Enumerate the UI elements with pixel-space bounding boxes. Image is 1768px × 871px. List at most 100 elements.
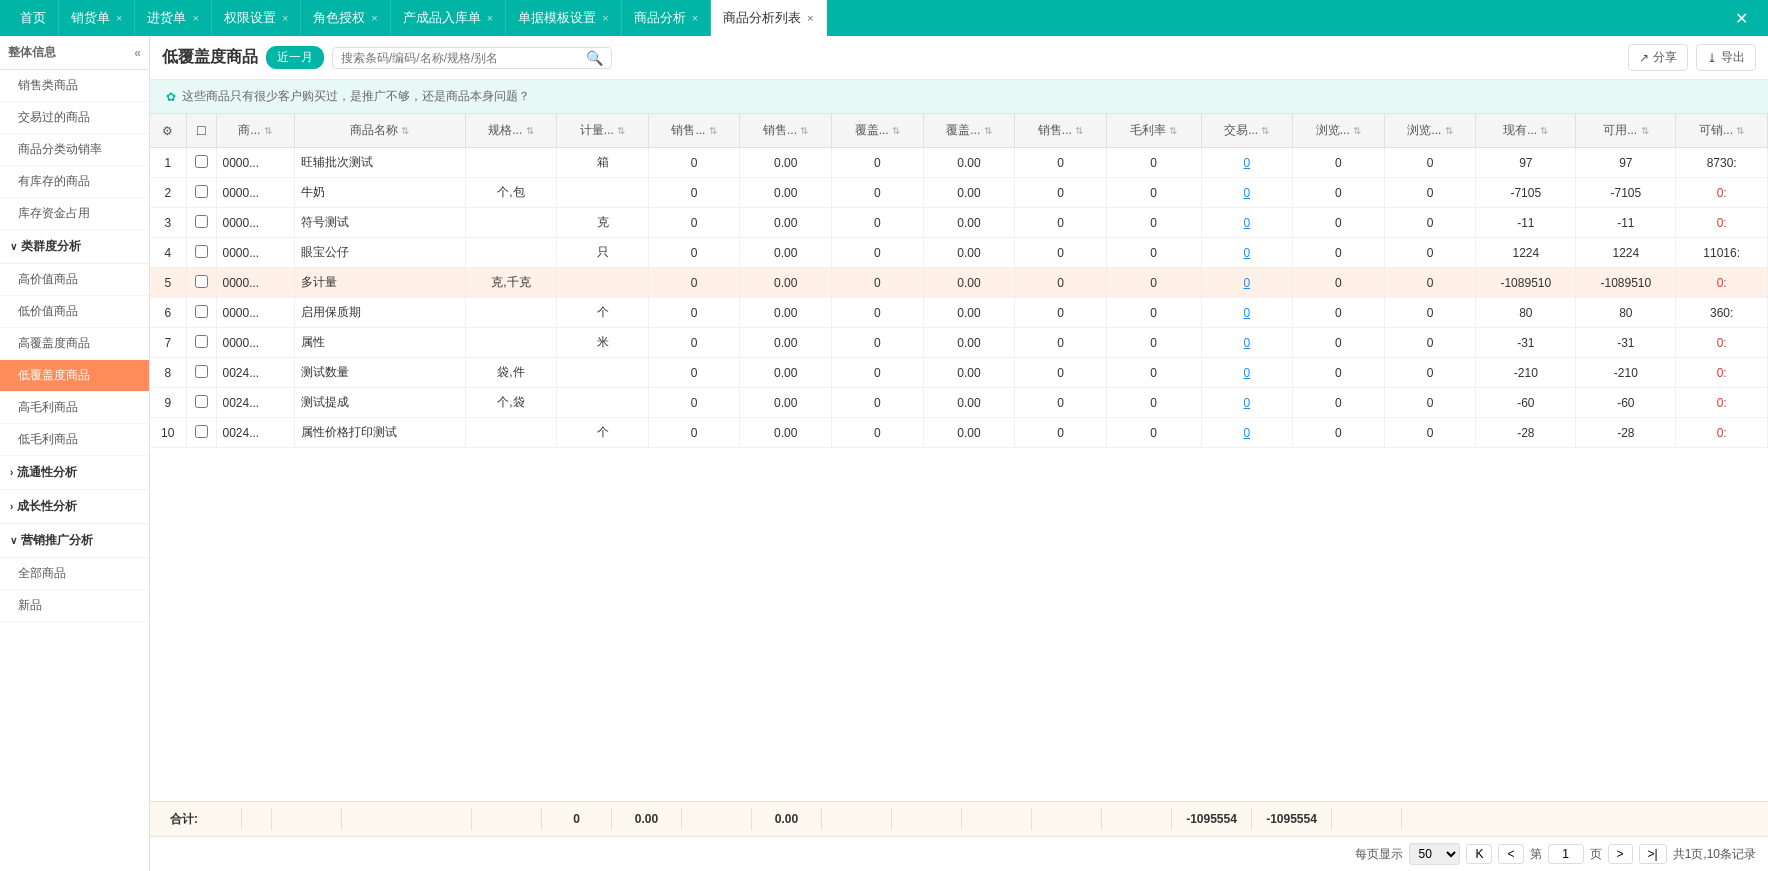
nav-close-template[interactable]: × xyxy=(602,12,608,24)
nav-close-product-entry[interactable]: × xyxy=(487,12,493,24)
nav-close-purchase[interactable]: × xyxy=(192,12,198,24)
nav-permissions[interactable]: 权限设置 × xyxy=(212,0,301,36)
nav-close-roles[interactable]: × xyxy=(371,12,377,24)
nav-close-sales[interactable]: × xyxy=(116,12,122,24)
nav-product-entry[interactable]: 产成品入库单 × xyxy=(391,0,506,36)
th-sales1[interactable]: 销售... ⇅ xyxy=(648,114,740,148)
cell-checkbox-4[interactable] xyxy=(186,268,216,298)
share-button[interactable]: ↗ 分享 xyxy=(1628,44,1688,71)
th-cover2[interactable]: 覆盖... ⇅ xyxy=(923,114,1015,148)
last-page-btn[interactable]: >| xyxy=(1639,844,1667,864)
th-current[interactable]: 现有... ⇅ xyxy=(1476,114,1576,148)
export-button[interactable]: ⤓ 导出 xyxy=(1696,44,1756,71)
th-name[interactable]: 商品名称 ⇅ xyxy=(294,114,465,148)
page-input[interactable] xyxy=(1548,844,1584,864)
nav-sales[interactable]: 销货单 × xyxy=(59,0,135,36)
cell-checkbox-0[interactable] xyxy=(186,148,216,178)
sidebar-item-high-profit[interactable]: 高毛利商品 xyxy=(0,392,149,424)
nav-close-permissions[interactable]: × xyxy=(282,12,288,24)
next-page-btn[interactable]: > xyxy=(1608,844,1633,864)
cell-trade-1[interactable]: 0 xyxy=(1201,178,1293,208)
sidebar-item-low-profit[interactable]: 低毛利商品 xyxy=(0,424,149,456)
cell-checkbox-1[interactable] xyxy=(186,178,216,208)
sidebar-item-low-coverage[interactable]: 低覆盖度商品 xyxy=(0,360,149,392)
cell-gross-4: 0 xyxy=(1106,268,1201,298)
th-code[interactable]: 商... ⇅ xyxy=(216,114,294,148)
cell-trade-9[interactable]: 0 xyxy=(1201,418,1293,448)
th-checkbox[interactable]: ☐ xyxy=(186,114,216,148)
th-spec[interactable]: 规格... ⇅ xyxy=(465,114,557,148)
sidebar: 整体信息 « 销售类商品 交易过的商品 商品分类动销率 有库存的商品 库存资金占… xyxy=(0,36,150,871)
cell-checkbox-5[interactable] xyxy=(186,298,216,328)
cell-checkbox-9[interactable] xyxy=(186,418,216,448)
sidebar-item-stock-capital[interactable]: 库存资金占用 xyxy=(0,198,149,230)
window-close-button[interactable]: ✕ xyxy=(1723,9,1760,28)
nav-roles[interactable]: 角色授权 × xyxy=(301,0,390,36)
sidebar-item-new-goods[interactable]: 新品 xyxy=(0,590,149,622)
sidebar-group-growth[interactable]: › 成长性分析 xyxy=(0,490,149,524)
sidebar-item-all-goods[interactable]: 全部商品 xyxy=(0,558,149,590)
th-gross[interactable]: 毛利率 ⇅ xyxy=(1106,114,1201,148)
table-row: 1 0000... 旺辅批次测试 箱 0 0.00 0 0.00 0 0 0 0… xyxy=(150,148,1768,178)
per-page-select[interactable]: 50 20 100 xyxy=(1409,843,1460,865)
cell-available-0: 97 xyxy=(1576,148,1676,178)
cell-trade-0[interactable]: 0 xyxy=(1201,148,1293,178)
cell-trade-8[interactable]: 0 xyxy=(1201,388,1293,418)
nav-close-product-analysis-list[interactable]: × xyxy=(807,12,813,24)
sidebar-item-sales-goods[interactable]: 销售类商品 xyxy=(0,70,149,102)
footer-gross xyxy=(892,808,962,830)
sidebar-item-category-rate[interactable]: 商品分类动销率 xyxy=(0,134,149,166)
sidebar-group-groupings[interactable]: ∨ 类群度分析 xyxy=(0,230,149,264)
th-cover1[interactable]: 覆盖... ⇅ xyxy=(832,114,924,148)
th-sales3[interactable]: 销售... ⇅ xyxy=(1015,114,1107,148)
first-page-btn[interactable]: K xyxy=(1466,844,1492,864)
nav-template[interactable]: 单据模板设置 × xyxy=(506,0,621,36)
sidebar-group-flow[interactable]: › 流通性分析 xyxy=(0,456,149,490)
sidebar-item-high-value[interactable]: 高价值商品 xyxy=(0,264,149,296)
th-settings[interactable]: ⚙ xyxy=(150,114,186,148)
cell-trade-7[interactable]: 0 xyxy=(1201,358,1293,388)
cell-checkbox-2[interactable] xyxy=(186,208,216,238)
nav-purchase[interactable]: 进货单 × xyxy=(135,0,211,36)
cell-spec-2 xyxy=(465,208,557,238)
prev-page-btn[interactable]: < xyxy=(1498,844,1523,864)
th-browse1[interactable]: 浏览... ⇅ xyxy=(1293,114,1385,148)
sidebar-item-traded-goods[interactable]: 交易过的商品 xyxy=(0,102,149,134)
sidebar-collapse-btn[interactable]: « xyxy=(134,46,141,60)
cell-sales1-7: 0 xyxy=(648,358,740,388)
cell-trade-2[interactable]: 0 xyxy=(1201,208,1293,238)
nav-product-analysis[interactable]: 商品分析 × xyxy=(622,0,711,36)
search-input[interactable] xyxy=(341,51,586,65)
cell-checkbox-6[interactable] xyxy=(186,328,216,358)
search-box: 🔍 xyxy=(332,47,612,69)
sidebar-item-stock-goods[interactable]: 有库存的商品 xyxy=(0,166,149,198)
cell-trade-4[interactable]: 0 xyxy=(1201,268,1293,298)
cell-name-8: 测试提成 xyxy=(294,388,465,418)
cell-trade-3[interactable]: 0 xyxy=(1201,238,1293,268)
nav-home[interactable]: 首页 xyxy=(8,0,59,36)
th-available[interactable]: 可用... ⇅ xyxy=(1576,114,1676,148)
cell-checkbox-7[interactable] xyxy=(186,358,216,388)
cell-sellable-6: 0: xyxy=(1676,328,1768,358)
cell-name-0: 旺辅批次测试 xyxy=(294,148,465,178)
th-trade[interactable]: 交易... ⇅ xyxy=(1201,114,1293,148)
sidebar-item-high-coverage[interactable]: 高覆盖度商品 xyxy=(0,328,149,360)
period-month-btn[interactable]: 近一月 xyxy=(266,46,324,69)
cell-trade-5[interactable]: 0 xyxy=(1201,298,1293,328)
th-sellable[interactable]: 可销... ⇅ xyxy=(1676,114,1768,148)
nav-close-product-analysis[interactable]: × xyxy=(692,12,698,24)
cell-checkbox-8[interactable] xyxy=(186,388,216,418)
cell-checkbox-3[interactable] xyxy=(186,238,216,268)
th-sales2[interactable]: 销售... ⇅ xyxy=(740,114,832,148)
cell-sales1-6: 0 xyxy=(648,328,740,358)
cell-trade-6[interactable]: 0 xyxy=(1201,328,1293,358)
cell-cover2-7: 0.00 xyxy=(923,358,1015,388)
star-icon: ✿ xyxy=(166,90,176,104)
cell-sales1-3: 0 xyxy=(648,238,740,268)
th-browse2[interactable]: 浏览... ⇅ xyxy=(1384,114,1476,148)
sidebar-group-marketing[interactable]: ∨ 营销推广分析 xyxy=(0,524,149,558)
th-unit[interactable]: 计量... ⇅ xyxy=(557,114,649,148)
nav-product-analysis-list[interactable]: 商品分析列表 × xyxy=(711,0,826,36)
cell-sales2-8: 0.00 xyxy=(740,388,832,418)
sidebar-item-low-value[interactable]: 低价值商品 xyxy=(0,296,149,328)
